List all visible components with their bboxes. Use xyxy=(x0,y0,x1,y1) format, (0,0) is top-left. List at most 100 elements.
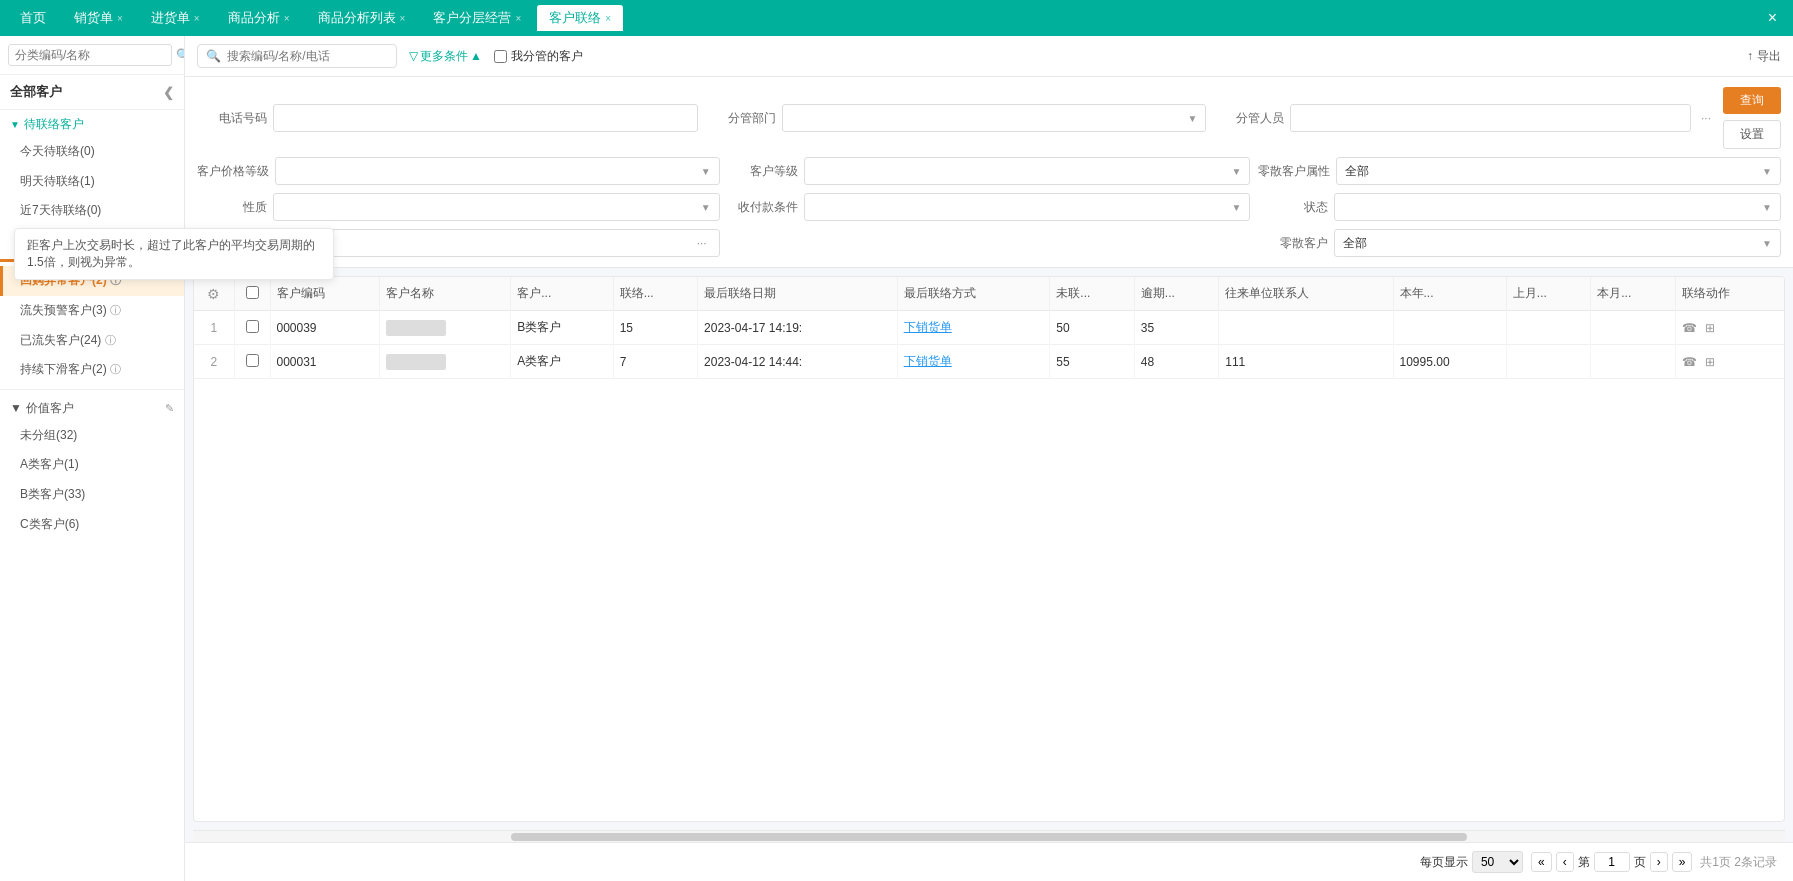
customer-level-dropdown[interactable]: ▼ xyxy=(804,157,1251,185)
close-sales-icon[interactable]: × xyxy=(117,13,123,24)
close-all-button[interactable]: × xyxy=(1760,9,1785,27)
row2-last-contact-way[interactable]: 下销货单 xyxy=(897,345,1050,379)
settings-button[interactable]: 设置 xyxy=(1723,120,1781,149)
row1-checkbox[interactable] xyxy=(246,320,259,333)
close-customer-contact-icon[interactable]: × xyxy=(605,13,611,24)
row1-num: 1 xyxy=(194,311,234,345)
chevron-up-icon: ▲ xyxy=(470,49,482,63)
status-dropdown[interactable]: ▼ xyxy=(1334,193,1781,221)
close-analysis-icon[interactable]: × xyxy=(284,13,290,24)
row2-phone-icon[interactable]: ☎ xyxy=(1682,355,1697,369)
phone-input[interactable] xyxy=(273,104,698,132)
edit-group-icon[interactable]: ✎ xyxy=(165,402,174,415)
col-name-header[interactable]: 客户名称 xyxy=(380,277,511,311)
col-last-month-header[interactable]: 上月... xyxy=(1506,277,1590,311)
row2-checkbox-cell[interactable] xyxy=(234,345,270,379)
sidebar-item-churn-warning[interactable]: 流失预警客户(3) ⓘ xyxy=(0,296,184,326)
horizontal-scroll-thumb[interactable] xyxy=(511,833,1466,841)
value-customer-group[interactable]: ▼ 价值客户 ✎ xyxy=(0,394,184,421)
nav-tab-customer-contact[interactable]: 客户联络 × xyxy=(537,5,623,31)
col-last-contact-way-header[interactable]: 最后联络方式 xyxy=(897,277,1050,311)
table-row: 1 000039 B类客户 15 2023-04-17 14:19: 下销货单 … xyxy=(194,311,1784,345)
pending-contact-group[interactable]: ▼ 待联络客户 xyxy=(0,110,184,137)
filter-row-4: 客户类型 ··· 零散客户 全部 ▼ xyxy=(197,229,1781,257)
sidebar-item-7days[interactable]: 近7天待联络(0) xyxy=(0,196,184,226)
col-uncontacted-header[interactable]: 未联... xyxy=(1050,277,1134,311)
sidebar-search-icon[interactable]: 🔍 xyxy=(176,48,185,62)
col-company-contacts-header[interactable]: 往来单位联系人 xyxy=(1219,277,1393,311)
col-this-month-header[interactable]: 本月... xyxy=(1591,277,1675,311)
col-settings-header[interactable]: ⚙ xyxy=(194,277,234,311)
my-customers-checkbox-label[interactable]: 我分管的客户 xyxy=(494,48,583,65)
col-level-header[interactable]: 客户... xyxy=(511,277,613,311)
row2-grid-icon[interactable]: ⊞ xyxy=(1705,355,1715,369)
nav-tab-analysis-list[interactable]: 商品分析列表 × xyxy=(306,5,418,31)
customer-type-dropdown[interactable]: ··· xyxy=(273,229,720,257)
collapse-sidebar-icon[interactable]: ❮ xyxy=(163,85,174,100)
close-customer-tier-icon[interactable]: × xyxy=(515,13,521,24)
price-level-chevron-down-icon: ▼ xyxy=(701,166,711,177)
first-page-button[interactable]: « xyxy=(1531,852,1552,872)
col-checkbox-header[interactable] xyxy=(234,277,270,311)
person-input[interactable] xyxy=(1290,104,1691,132)
next-page-button[interactable]: › xyxy=(1650,852,1668,872)
more-dots-icon[interactable]: ··· xyxy=(693,236,711,250)
row1-phone-icon[interactable]: ☎ xyxy=(1682,321,1697,335)
settings-gear-icon[interactable]: ⚙ xyxy=(207,286,220,302)
retail-attr-dropdown[interactable]: 全部 ▼ xyxy=(1336,157,1781,185)
sidebar-item-b-class[interactable]: B类客户(33) xyxy=(0,480,184,510)
price-level-dropdown[interactable]: ▼ xyxy=(275,157,720,185)
row2-checkbox[interactable] xyxy=(246,354,259,367)
row1-contact-way-link[interactable]: 下销货单 xyxy=(904,320,952,334)
dept-dropdown[interactable]: ▼ xyxy=(782,104,1207,132)
sidebar-item-c-class[interactable]: C类客户(6) xyxy=(0,510,184,540)
sidebar-item-churned[interactable]: 已流失客户(24) ⓘ xyxy=(0,326,184,356)
gender-dropdown[interactable]: ▼ xyxy=(273,193,720,221)
nav-tab-purchase[interactable]: 进货单 × xyxy=(139,5,212,31)
nav-tab-analysis[interactable]: 商品分析 × xyxy=(216,5,302,31)
per-page-label: 每页显示 xyxy=(1420,854,1468,871)
person-more-icon[interactable]: ··· xyxy=(1697,111,1715,125)
col-overdue-header[interactable]: 逾期... xyxy=(1134,277,1218,311)
horizontal-scrollbar[interactable] xyxy=(193,830,1785,842)
sidebar-item-declining[interactable]: 持续下滑客户(2) ⓘ xyxy=(0,355,184,385)
col-contacts-header[interactable]: 联络... xyxy=(613,277,697,311)
export-icon: ↑ xyxy=(1747,49,1753,63)
row2-contact-way-link[interactable]: 下销货单 xyxy=(904,354,952,368)
close-analysis-list-icon[interactable]: × xyxy=(400,13,406,24)
top-filter-bar: 🔍 ▽ 更多条件 ▲ 我分管的客户 ↑ 导出 xyxy=(185,36,1793,77)
payment-dropdown[interactable]: ▼ xyxy=(804,193,1251,221)
my-customers-checkbox[interactable] xyxy=(494,50,507,63)
nav-tab-customer-tier[interactable]: 客户分层经营 × xyxy=(421,5,533,31)
export-button[interactable]: ↑ 导出 xyxy=(1747,48,1781,65)
sidebar-item-tomorrow[interactable]: 明天待联络(1) xyxy=(0,167,184,197)
nav-tab-sales[interactable]: 销货单 × xyxy=(62,5,135,31)
nav-tab-home[interactable]: 首页 xyxy=(8,5,58,31)
sidebar-search-input[interactable] xyxy=(8,44,172,66)
close-purchase-icon[interactable]: × xyxy=(194,13,200,24)
sidebar-item-ungrouped[interactable]: 未分组(32) xyxy=(0,421,184,451)
row1-grid-icon[interactable]: ⊞ xyxy=(1705,321,1715,335)
sidebar-item-today[interactable]: 今天待联络(0) xyxy=(0,137,184,167)
phone-label: 电话号码 xyxy=(197,110,267,127)
col-last-contact-date-header[interactable]: 最后联络日期 xyxy=(698,277,898,311)
query-button[interactable]: 查询 xyxy=(1723,87,1781,114)
person-label: 分管人员 xyxy=(1214,110,1284,127)
row1-last-contact-way[interactable]: 下销货单 xyxy=(897,311,1050,345)
per-page-select[interactable]: 50 20 100 xyxy=(1472,851,1523,873)
page-number-input[interactable] xyxy=(1594,852,1630,872)
prev-page-button[interactable]: ‹ xyxy=(1556,852,1574,872)
search-input[interactable] xyxy=(227,49,377,63)
row1-checkbox-cell[interactable] xyxy=(234,311,270,345)
sidebar-item-a-class[interactable]: A类客户(1) xyxy=(0,450,184,480)
col-this-year-header[interactable]: 本年... xyxy=(1393,277,1506,311)
status-chevron-down-icon: ▼ xyxy=(1762,202,1772,213)
more-conditions-button[interactable]: ▽ 更多条件 ▲ xyxy=(409,48,482,65)
search-wrap: 🔍 xyxy=(197,44,397,68)
row2-this-month xyxy=(1591,345,1675,379)
select-all-checkbox[interactable] xyxy=(246,286,259,299)
last-page-button[interactable]: » xyxy=(1672,852,1693,872)
filter-row-3: 性质 ▼ 收付款条件 ▼ 状态 xyxy=(197,193,1781,221)
col-code-header[interactable]: 客户编码 xyxy=(270,277,380,311)
retail-customer-dropdown[interactable]: 全部 ▼ xyxy=(1334,229,1781,257)
